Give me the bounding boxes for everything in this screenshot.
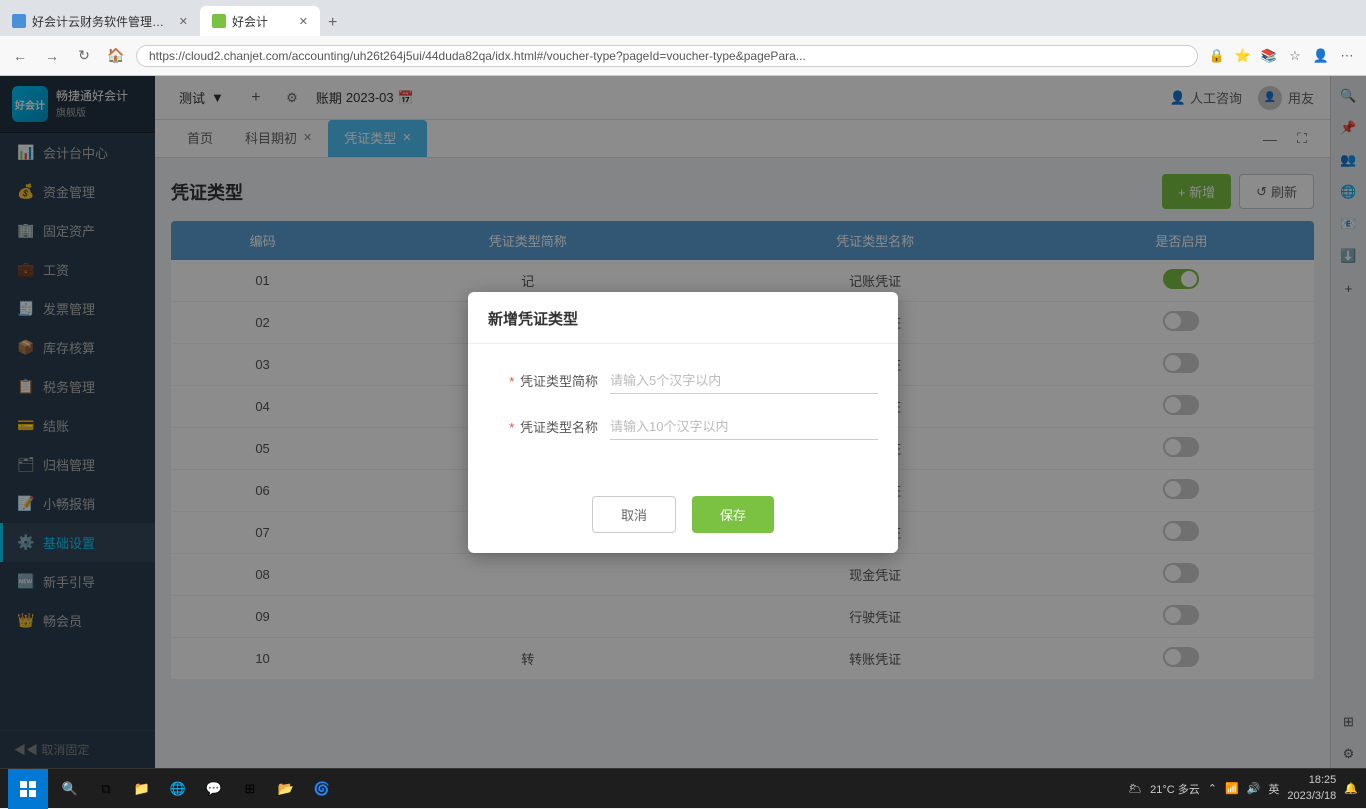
notification-icon[interactable]: 🔔 [1344,782,1358,795]
folder-taskbar-item[interactable]: 📂 [268,771,304,807]
back-button[interactable]: ← [8,44,32,68]
field-abbr-input[interactable] [610,368,878,394]
required-mark-name: * [509,420,514,435]
security-icon: 🔒 [1206,45,1228,67]
browser-tab-2[interactable]: 好会计 ✕ [200,6,320,36]
apps-taskbar-item[interactable]: ⊞ [232,771,268,807]
reload-button[interactable]: ↻ [72,44,96,68]
taskbar-time: 18:25 2023/3/18 [1287,773,1336,804]
browser-tab-1[interactable]: 好会计云财务软件管理系统_会计 ✕ [0,6,200,36]
modal-save-button[interactable]: 保存 [692,496,774,533]
modal-overlay: 新增凭证类型 * 凭证类型简称 * 凭证类型名称 取消 保存 [0,76,1366,768]
modal-footer: 取消 保存 [468,484,898,553]
field-name-input[interactable] [610,414,878,440]
collections-btn[interactable]: 📚 [1258,45,1280,67]
browser-chrome: 好会计云财务软件管理系统_会计 ✕ 好会计 ✕ + ← → ↻ 🏠 🔒 ⭐ 📚 … [0,0,1366,76]
new-tab-button[interactable]: + [320,10,345,36]
modal-cancel-button[interactable]: 取消 [592,496,676,533]
tab-bar: 好会计云财务软件管理系统_会计 ✕ 好会计 ✕ + [0,0,1366,36]
field-abbr-label: * 凭证类型简称 [488,371,598,390]
modal-body: * 凭证类型简称 * 凭证类型名称 [468,344,898,484]
wechat-taskbar-item[interactable]: 💬 [196,771,232,807]
extensions-btn[interactable]: ⭐ [1232,45,1254,67]
taskbar-arrow-up: ⌃ [1208,782,1217,795]
explorer-taskbar-item[interactable]: 📁 [124,771,160,807]
modal-header: 新增凭证类型 [468,292,898,344]
multitask-taskbar-item[interactable]: ⧉ [88,771,124,807]
forward-button[interactable]: → [40,44,64,68]
field-abbr-text: 凭证类型简称 [520,374,598,389]
tab-favicon-1 [12,14,26,28]
home-button[interactable]: 🏠 [104,44,128,68]
search-taskbar-item[interactable]: 🔍 [52,771,88,807]
modal-title: 新增凭证类型 [488,308,578,329]
form-row-abbr: * 凭证类型简称 [488,368,878,394]
chrome-taskbar-item[interactable]: 🌐 [160,771,196,807]
tab-close-1[interactable]: ✕ [179,15,188,28]
edge-taskbar-item[interactable]: 🌀 [304,771,340,807]
wifi-icon: 📶 [1225,782,1239,795]
address-bar: ← → ↻ 🏠 🔒 ⭐ 📚 ☆ 👤 ⋯ [0,36,1366,76]
more-btn[interactable]: ⋯ [1336,45,1358,67]
weather-temp: 21°C 多云 [1150,781,1200,797]
clock-date: 2023/3/18 [1287,789,1336,804]
taskbar-right: 🌥 21°C 多云 ⌃ 📶 🔊 英 18:25 2023/3/18 🔔 [1128,773,1358,804]
browser-actions: 🔒 ⭐ 📚 ☆ 👤 ⋯ [1206,45,1358,67]
form-row-name: * 凭证类型名称 [488,414,878,440]
volume-icon: 🔊 [1247,782,1261,795]
tab-favicon-2 [212,14,226,28]
tab-title-2: 好会计 [232,13,291,30]
new-voucher-type-modal: 新增凭证类型 * 凭证类型简称 * 凭证类型名称 取消 保存 [468,292,898,553]
field-name-text: 凭证类型名称 [520,420,598,435]
lang-indicator: 英 [1268,781,1279,797]
required-mark-abbr: * [509,374,514,389]
profile-btn[interactable]: 👤 [1310,45,1332,67]
field-name-label: * 凭证类型名称 [488,417,598,436]
taskbar: 🔍 ⧉ 📁 🌐 💬 ⊞ 📂 🌀 🌥 21°C 多云 ⌃ 📶 🔊 英 18:25 … [0,768,1366,808]
tab-title-1: 好会计云财务软件管理系统_会计 [32,13,171,30]
tab-close-2[interactable]: ✕ [299,15,308,28]
favorites-btn[interactable]: ☆ [1284,45,1306,67]
clock-time: 18:25 [1287,773,1336,788]
weather-icon: 🌥 [1128,782,1142,795]
start-button[interactable] [8,769,48,809]
address-input[interactable] [136,45,1198,67]
